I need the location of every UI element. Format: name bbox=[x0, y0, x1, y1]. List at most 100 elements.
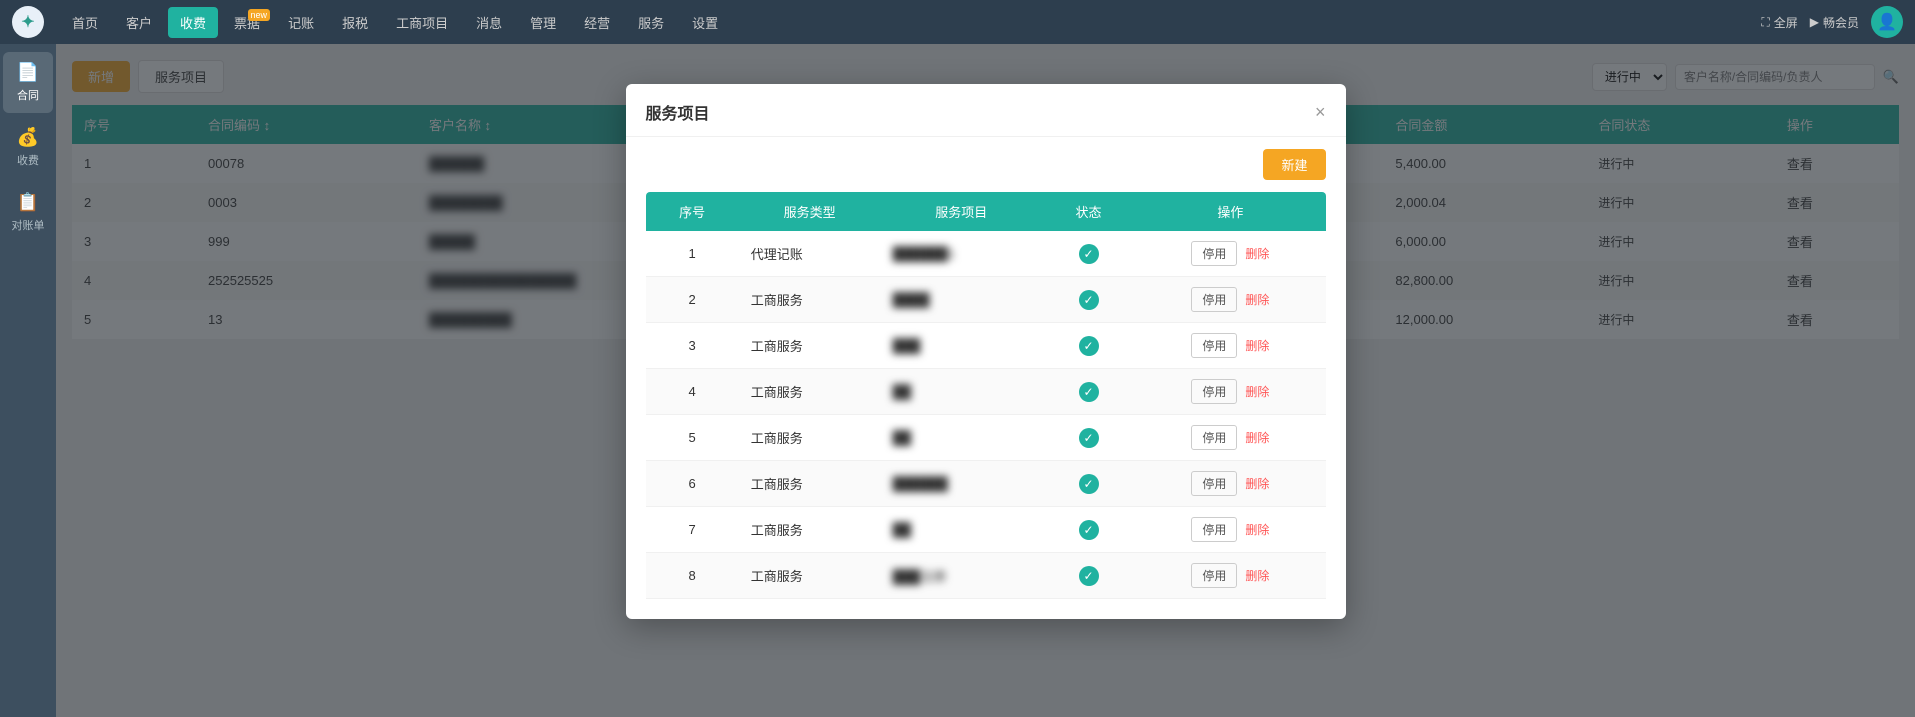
modal-cell-item: ██ bbox=[881, 507, 1042, 553]
modal-cell-item: ██████1 bbox=[881, 231, 1042, 277]
nav-customer[interactable]: 客户 bbox=[114, 7, 164, 38]
modal-cell-type: 工商服务 bbox=[739, 277, 881, 323]
modal-cell-type: 工商服务 bbox=[739, 461, 881, 507]
nav-bookkeeping[interactable]: 记账 bbox=[276, 7, 326, 38]
nav-fee[interactable]: 收费 bbox=[168, 7, 218, 38]
modal-table-row: 1 代理记账 ██████1 ✓ 停用 删除 bbox=[646, 231, 1326, 277]
status-check-icon: ✓ bbox=[1079, 336, 1099, 356]
modal-header: 服务项目 × bbox=[626, 84, 1346, 137]
modal-cell-status: ✓ bbox=[1042, 369, 1135, 415]
modal-cell-type: 代理记账 bbox=[739, 231, 881, 277]
modal-close-button[interactable]: × bbox=[1315, 103, 1326, 121]
action-cell: 停用 删除 bbox=[1147, 333, 1313, 358]
action-cell: 停用 删除 bbox=[1147, 241, 1313, 266]
layout: 📄 合同 💰 收费 📋 对账单 新增 服务项目 进行中 已完成 已取消 bbox=[0, 44, 1915, 717]
sidebar-item-reconcile[interactable]: 📋 对账单 bbox=[3, 182, 53, 243]
vip-button[interactable]: ▶ 畅会员 bbox=[1810, 14, 1859, 31]
nav-settings[interactable]: 设置 bbox=[680, 7, 730, 38]
nav-manage[interactable]: 管理 bbox=[518, 7, 568, 38]
nav-operate[interactable]: 经营 bbox=[572, 7, 622, 38]
sidebar-item-contract[interactable]: 📄 合同 bbox=[3, 52, 53, 113]
delete-button[interactable]: 删除 bbox=[1245, 567, 1269, 584]
new-badge: new bbox=[248, 9, 271, 21]
nav-service[interactable]: 服务 bbox=[626, 7, 676, 38]
nav-message[interactable]: 消息 bbox=[464, 7, 514, 38]
stop-button[interactable]: 停用 bbox=[1191, 333, 1237, 358]
fullscreen-icon: ⛶ bbox=[1761, 15, 1769, 30]
modal-cell-status: ✓ bbox=[1042, 461, 1135, 507]
stop-button[interactable]: 停用 bbox=[1191, 563, 1237, 588]
fee-icon: 💰 bbox=[17, 127, 39, 148]
modal-col-action: 操作 bbox=[1135, 192, 1325, 231]
delete-button[interactable]: 删除 bbox=[1245, 383, 1269, 400]
modal-col-status: 状态 bbox=[1042, 192, 1135, 231]
modal-table-row: 4 工商服务 ██ ✓ 停用 删除 bbox=[646, 369, 1326, 415]
status-check-icon: ✓ bbox=[1079, 474, 1099, 494]
action-cell: 停用 删除 bbox=[1147, 471, 1313, 496]
vip-label: 畅会员 bbox=[1823, 14, 1859, 31]
stop-button[interactable]: 停用 bbox=[1191, 287, 1237, 312]
modal-cell-type: 工商服务 bbox=[739, 507, 881, 553]
service-item-modal: 服务项目 × 新建 序号 服务类型 服务项目 状态 bbox=[626, 84, 1346, 619]
modal-cell-type: 工商服务 bbox=[739, 415, 881, 461]
modal-col-item: 服务项目 bbox=[881, 192, 1042, 231]
avatar[interactable]: 👤 bbox=[1871, 6, 1903, 38]
modal-table-row: 5 工商服务 ██ ✓ 停用 删除 bbox=[646, 415, 1326, 461]
delete-button[interactable]: 删除 bbox=[1245, 337, 1269, 354]
delete-button[interactable]: 删除 bbox=[1245, 245, 1269, 262]
stop-button[interactable]: 停用 bbox=[1191, 241, 1237, 266]
delete-button[interactable]: 删除 bbox=[1245, 291, 1269, 308]
action-cell: 停用 删除 bbox=[1147, 563, 1313, 588]
sidebar: 📄 合同 💰 收费 📋 对账单 bbox=[0, 44, 56, 717]
modal-cell-index: 5 bbox=[646, 415, 739, 461]
stop-button[interactable]: 停用 bbox=[1191, 471, 1237, 496]
delete-button[interactable]: 删除 bbox=[1245, 429, 1269, 446]
sidebar-label-reconcile: 对账单 bbox=[12, 217, 45, 233]
contract-icon: 📄 bbox=[17, 62, 39, 83]
status-check-icon: ✓ bbox=[1079, 382, 1099, 402]
nav-tax[interactable]: 报税 bbox=[330, 7, 380, 38]
modal-toolbar: 新建 bbox=[626, 137, 1346, 192]
modal-cell-index: 6 bbox=[646, 461, 739, 507]
nav-home[interactable]: 首页 bbox=[60, 7, 110, 38]
vip-icon: ▶ bbox=[1810, 15, 1819, 29]
modal-cell-actions: 停用 删除 bbox=[1135, 323, 1325, 369]
modal-cell-actions: 停用 删除 bbox=[1135, 553, 1325, 599]
fullscreen-button[interactable]: ⛶ 全屏 bbox=[1761, 14, 1797, 31]
modal-col-type: 服务类型 bbox=[739, 192, 881, 231]
sidebar-label-contract: 合同 bbox=[17, 87, 39, 103]
modal-cell-status: ✓ bbox=[1042, 323, 1135, 369]
stop-button[interactable]: 停用 bbox=[1191, 517, 1237, 542]
main-content: 新增 服务项目 进行中 已完成 已取消 🔍 序号 合同编 bbox=[56, 44, 1915, 717]
sidebar-item-fee[interactable]: 💰 收费 bbox=[3, 117, 53, 178]
delete-button[interactable]: 删除 bbox=[1245, 521, 1269, 538]
nav-business[interactable]: 工商项目 bbox=[384, 7, 460, 38]
modal-cell-item: ████ bbox=[881, 277, 1042, 323]
modal-cell-actions: 停用 删除 bbox=[1135, 507, 1325, 553]
modal-cell-index: 1 bbox=[646, 231, 739, 277]
action-cell: 停用 删除 bbox=[1147, 379, 1313, 404]
new-service-button[interactable]: 新建 bbox=[1263, 149, 1325, 180]
modal-cell-item: ██████ bbox=[881, 461, 1042, 507]
modal-cell-actions: 停用 删除 bbox=[1135, 277, 1325, 323]
status-check-icon: ✓ bbox=[1079, 244, 1099, 264]
modal-table-wrapper[interactable]: 序号 服务类型 服务项目 状态 操作 1 代理记账 ██████1 ✓ bbox=[626, 192, 1346, 619]
modal-table-row: 6 工商服务 ██████ ✓ 停用 删除 bbox=[646, 461, 1326, 507]
stop-button[interactable]: 停用 bbox=[1191, 425, 1237, 450]
delete-button[interactable]: 删除 bbox=[1245, 475, 1269, 492]
stop-button[interactable]: 停用 bbox=[1191, 379, 1237, 404]
status-check-icon: ✓ bbox=[1079, 428, 1099, 448]
modal-cell-actions: 停用 删除 bbox=[1135, 231, 1325, 277]
modal-cell-status: ✓ bbox=[1042, 231, 1135, 277]
modal-table-row: 3 工商服务 ███ ✓ 停用 删除 bbox=[646, 323, 1326, 369]
action-cell: 停用 删除 bbox=[1147, 287, 1313, 312]
status-check-icon: ✓ bbox=[1079, 520, 1099, 540]
modal-cell-index: 8 bbox=[646, 553, 739, 599]
sidebar-label-fee: 收费 bbox=[17, 152, 39, 168]
modal-cell-type: 工商服务 bbox=[739, 369, 881, 415]
modal-cell-status: ✓ bbox=[1042, 415, 1135, 461]
status-check-icon: ✓ bbox=[1079, 290, 1099, 310]
action-cell: 停用 删除 bbox=[1147, 425, 1313, 450]
modal-cell-actions: 停用 删除 bbox=[1135, 461, 1325, 507]
nav-bill[interactable]: 票据 new bbox=[222, 7, 272, 38]
